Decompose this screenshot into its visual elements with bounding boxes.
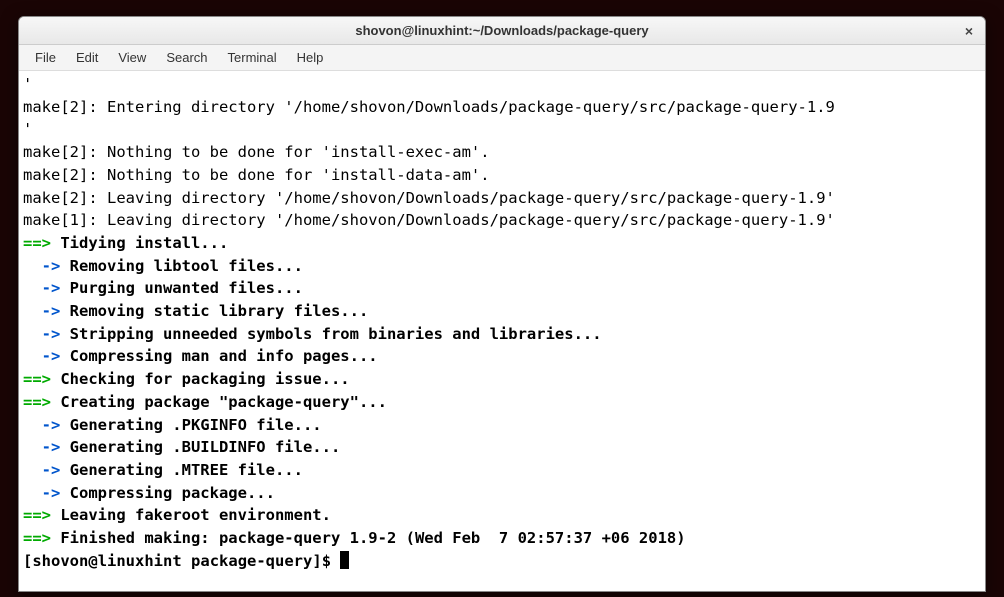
substep-text: Removing static library files... [60, 302, 368, 320]
arrow-sub-icon: -> [23, 438, 60, 456]
prompt-bracket-open: [ [23, 552, 32, 570]
substep-text: Purging unwanted files... [60, 279, 303, 297]
arrow-step-icon: ==> [23, 234, 51, 252]
close-icon: × [965, 23, 973, 39]
terminal-line: ==> Creating package "package-query"... [23, 391, 981, 414]
terminal-window: shovon@linuxhint:~/Downloads/package-que… [18, 16, 986, 592]
close-button[interactable]: × [959, 21, 979, 41]
arrow-sub-icon: -> [23, 257, 60, 275]
prompt-line[interactable]: [shovon@linuxhint package-query]$ [23, 550, 981, 573]
menu-help[interactable]: Help [287, 47, 334, 68]
menu-file[interactable]: File [25, 47, 66, 68]
terminal-line: -> Removing static library files... [23, 300, 981, 323]
cursor-icon [340, 551, 349, 569]
terminal-line: -> Purging unwanted files... [23, 277, 981, 300]
at-icon: @ [88, 552, 97, 570]
terminal-line: ==> Checking for packaging issue... [23, 368, 981, 391]
arrow-sub-icon: -> [23, 461, 60, 479]
terminal-line: ' [23, 73, 981, 96]
menu-edit[interactable]: Edit [66, 47, 108, 68]
step-text: Creating package "package-query"... [51, 393, 387, 411]
arrow-step-icon: ==> [23, 529, 51, 547]
step-text: Finished making: package-query 1.9-2 (We… [51, 529, 686, 547]
terminal-line: ==> Tidying install... [23, 232, 981, 255]
substep-text: Compressing man and info pages... [60, 347, 377, 365]
terminal-line: make[2]: Nothing to be done for 'install… [23, 164, 981, 187]
arrow-sub-icon: -> [23, 416, 60, 434]
menu-search[interactable]: Search [156, 47, 217, 68]
terminal-line: -> Stripping unneeded symbols from binar… [23, 323, 981, 346]
terminal-line: -> Generating .BUILDINFO file... [23, 436, 981, 459]
arrow-step-icon: ==> [23, 506, 51, 524]
terminal-line: -> Compressing package... [23, 482, 981, 505]
terminal-line: -> Generating .PKGINFO file... [23, 414, 981, 437]
step-text: Leaving fakeroot environment. [51, 506, 331, 524]
substep-text: Removing libtool files... [60, 257, 303, 275]
arrow-sub-icon: -> [23, 347, 60, 365]
terminal-line: -> Removing libtool files... [23, 255, 981, 278]
terminal-line: -> Generating .MTREE file... [23, 459, 981, 482]
menubar: File Edit View Search Terminal Help [19, 45, 985, 71]
arrow-step-icon: ==> [23, 393, 51, 411]
terminal-line: make[1]: Leaving directory '/home/shovon… [23, 209, 981, 232]
terminal-line: ==> Leaving fakeroot environment. [23, 504, 981, 527]
arrow-sub-icon: -> [23, 302, 60, 320]
prompt-bracket-close: ] [312, 552, 321, 570]
step-text: Tidying install... [51, 234, 228, 252]
substep-text: Stripping unneeded symbols from binaries… [60, 325, 601, 343]
arrow-sub-icon: -> [23, 484, 60, 502]
titlebar[interactable]: shovon@linuxhint:~/Downloads/package-que… [19, 17, 985, 45]
terminal-line: -> Compressing man and info pages... [23, 345, 981, 368]
arrow-sub-icon: -> [23, 325, 60, 343]
terminal-line: ' [23, 118, 981, 141]
terminal-line: make[2]: Nothing to be done for 'install… [23, 141, 981, 164]
terminal-output[interactable]: 'make[2]: Entering directory '/home/shov… [19, 71, 985, 591]
arrow-step-icon: ==> [23, 370, 51, 388]
step-text: Checking for packaging issue... [51, 370, 350, 388]
terminal-line: ==> Finished making: package-query 1.9-2… [23, 527, 981, 550]
prompt-space [182, 552, 191, 570]
terminal-line: make[2]: Leaving directory '/home/shovon… [23, 187, 981, 210]
prompt-symbol: $ [322, 552, 341, 570]
menu-terminal[interactable]: Terminal [218, 47, 287, 68]
substep-text: Generating .PKGINFO file... [60, 416, 321, 434]
window-title: shovon@linuxhint:~/Downloads/package-que… [355, 23, 648, 38]
arrow-sub-icon: -> [23, 279, 60, 297]
prompt-host: linuxhint [98, 552, 182, 570]
terminal-line: make[2]: Entering directory '/home/shovo… [23, 96, 981, 119]
prompt-path: package-query [191, 552, 312, 570]
substep-text: Generating .MTREE file... [60, 461, 303, 479]
menu-view[interactable]: View [108, 47, 156, 68]
substep-text: Compressing package... [60, 484, 275, 502]
prompt-user: shovon [32, 552, 88, 570]
substep-text: Generating .BUILDINFO file... [60, 438, 340, 456]
